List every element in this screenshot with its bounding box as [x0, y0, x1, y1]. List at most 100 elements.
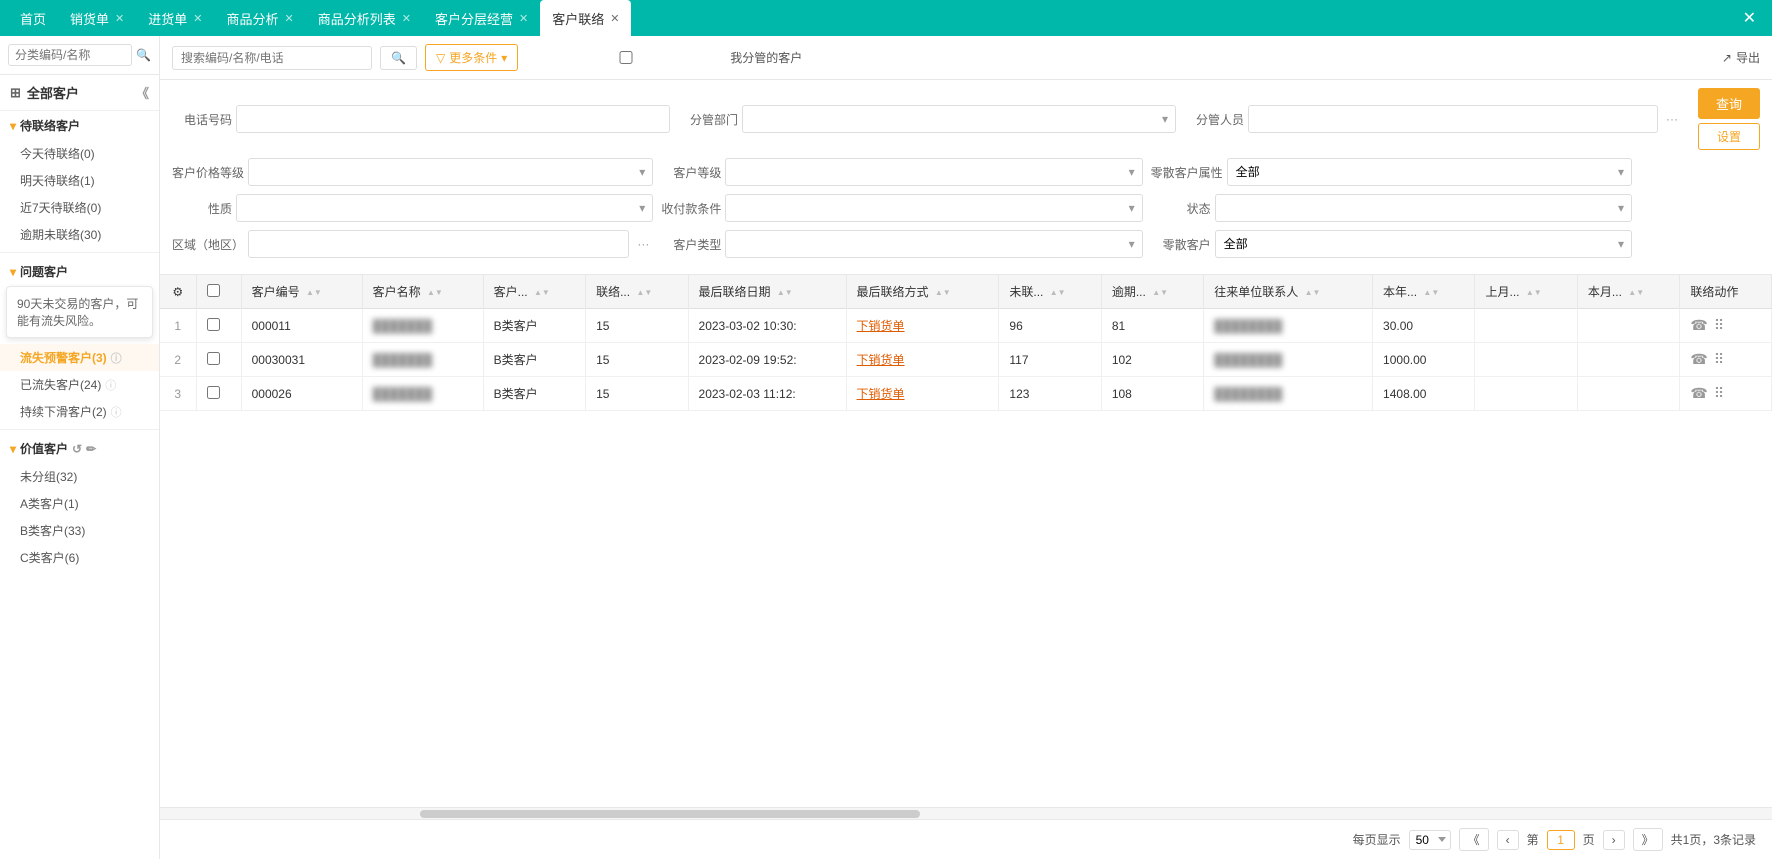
close-customer-contact-tab[interactable]: ✕ — [610, 12, 619, 25]
nav-tab-customer-layers[interactable]: 客户分层经营 ✕ — [423, 0, 540, 36]
select-all-checkbox[interactable] — [207, 284, 220, 297]
th-last-month[interactable]: 上月... ▲▼ — [1475, 275, 1577, 309]
action-more-icon-0[interactable]: ⠿ — [1714, 317, 1724, 334]
sidebar-item-today[interactable]: 今天待联络(0) — [0, 140, 159, 167]
sort-code[interactable]: ▲▼ — [306, 289, 322, 297]
scrollbar-thumb[interactable] — [420, 810, 920, 818]
payment-select[interactable] — [725, 194, 1142, 222]
th-name[interactable]: 客户名称 ▲▼ — [362, 275, 483, 309]
close-analysis-list-tab[interactable]: ✕ — [402, 12, 411, 25]
nav-tab-analysis-list[interactable]: 商品分析列表 ✕ — [306, 0, 423, 36]
more-conditions-button[interactable]: ▽ 更多条件 ▾ — [425, 44, 518, 71]
retail-customer-select[interactable]: 全部 — [1215, 230, 1632, 258]
sidebar-item-b-class[interactable]: B类客户(33) — [0, 517, 159, 544]
sidebar-group-pending-title[interactable]: ▾ 待联络客户 — [0, 111, 159, 140]
staff-input[interactable] — [1248, 105, 1658, 133]
sidebar-search-icon[interactable]: 🔍 — [136, 48, 151, 62]
sort-this-year[interactable]: ▲▼ — [1423, 289, 1439, 297]
current-page[interactable]: 1 — [1547, 830, 1575, 850]
action-contact-icon-2[interactable]: ☎ — [1690, 385, 1707, 402]
sidebar-item-ungrouped[interactable]: 未分组(32) — [0, 463, 159, 490]
close-analysis-tab[interactable]: ✕ — [285, 12, 294, 25]
sort-overdue[interactable]: ▲▼ — [1152, 289, 1168, 297]
action-contact-icon-1[interactable]: ☎ — [1690, 351, 1707, 368]
close-sales-tab[interactable]: ✕ — [115, 12, 124, 25]
sort-uncontacted[interactable]: ▲▼ — [1050, 289, 1066, 297]
nav-tab-sales[interactable]: 销货单 ✕ — [58, 0, 136, 36]
staff-dots[interactable]: ··· — [1662, 112, 1682, 126]
prev-page-button[interactable]: ‹ — [1497, 830, 1519, 850]
query-button[interactable]: 查询 — [1698, 88, 1760, 119]
area-dots[interactable]: ··· — [633, 237, 653, 251]
last-page-button[interactable]: 》 — [1633, 828, 1663, 851]
sort-last-month[interactable]: ▲▼ — [1526, 289, 1542, 297]
sidebar-item-churn-warning[interactable]: 流失预警客户(3) ⓘ — [0, 344, 159, 371]
phone-input[interactable] — [236, 105, 670, 133]
sidebar-group-problem-title[interactable]: ▾ 问题客户 — [0, 257, 159, 286]
sort-contact-person[interactable]: ▲▼ — [1305, 289, 1321, 297]
th-contact-person[interactable]: 往来单位联系人 ▲▼ — [1204, 275, 1373, 309]
retail-attr-select[interactable]: 全部 — [1227, 158, 1632, 186]
per-page-select[interactable]: 50 — [1409, 830, 1451, 850]
th-last-date[interactable]: 最后联络日期 ▲▼ — [688, 275, 846, 309]
action-more-icon-2[interactable]: ⠿ — [1714, 385, 1724, 402]
sidebar-item-overdue[interactable]: 逾期未联络(30) — [0, 221, 159, 248]
price-level-select[interactable] — [248, 158, 653, 186]
row-last-method-1[interactable]: 下销货单 — [846, 343, 999, 377]
sidebar-item-churned[interactable]: 已流失客户(24) ⓘ — [0, 371, 159, 398]
row-checkbox-0[interactable] — [196, 309, 241, 343]
customer-type-select[interactable] — [725, 230, 1142, 258]
next-page-button[interactable]: › — [1603, 830, 1625, 850]
th-code[interactable]: 客户编号 ▲▼ — [241, 275, 362, 309]
search-input[interactable] — [172, 46, 372, 70]
sidebar-item-tomorrow[interactable]: 明天待联络(1) — [0, 167, 159, 194]
th-last-method[interactable]: 最后联络方式 ▲▼ — [846, 275, 999, 309]
area-input[interactable] — [248, 230, 629, 258]
row-last-method-2[interactable]: 下销货单 — [846, 377, 999, 411]
th-customer-type[interactable]: 客户... ▲▼ — [483, 275, 585, 309]
refresh-icon[interactable]: ↺ — [72, 442, 82, 456]
row-checkbox-1[interactable] — [196, 343, 241, 377]
sort-type[interactable]: ▲▼ — [534, 289, 550, 297]
close-purchase-tab[interactable]: ✕ — [193, 12, 202, 25]
export-button[interactable]: ↗ 导出 — [1722, 49, 1760, 66]
my-customers-checkbox[interactable] — [526, 51, 726, 64]
nav-tab-purchase[interactable]: 进货单 ✕ — [136, 0, 214, 36]
sidebar-item-declining[interactable]: 持续下滑客户(2) ⓘ — [0, 398, 159, 425]
customer-level-select[interactable] — [725, 158, 1142, 186]
sidebar-search-input[interactable] — [8, 44, 132, 66]
row-checkbox-2[interactable] — [196, 377, 241, 411]
settings-button[interactable]: 设置 — [1698, 123, 1760, 150]
sort-name[interactable]: ▲▼ — [427, 289, 443, 297]
dept-select[interactable] — [742, 105, 1176, 133]
sidebar-all-customers[interactable]: ⊞ 全部客户 《 — [0, 75, 159, 111]
status-select[interactable] — [1215, 194, 1632, 222]
sort-this-month[interactable]: ▲▼ — [1628, 289, 1644, 297]
sidebar-item-7days[interactable]: 近7天待联络(0) — [0, 194, 159, 221]
nav-tab-home[interactable]: 首页 — [8, 9, 58, 28]
edit-icon[interactable]: ✏ — [86, 442, 96, 456]
row-last-method-0[interactable]: 下销货单 — [846, 309, 999, 343]
th-overdue[interactable]: 逾期... ▲▼ — [1101, 275, 1203, 309]
th-settings[interactable]: ⚙ — [160, 275, 196, 309]
window-close-button[interactable]: ✕ — [1735, 8, 1764, 28]
th-this-month[interactable]: 本月... ▲▼ — [1577, 275, 1679, 309]
th-uncontacted[interactable]: 未联... ▲▼ — [999, 275, 1101, 309]
th-contact[interactable]: 联络... ▲▼ — [586, 275, 688, 309]
nav-tab-analysis[interactable]: 商品分析 ✕ — [214, 0, 305, 36]
th-this-year[interactable]: 本年... ▲▼ — [1373, 275, 1475, 309]
search-button[interactable]: 🔍 — [380, 46, 417, 70]
sort-last-date[interactable]: ▲▼ — [777, 289, 793, 297]
my-customers-checkbox-label[interactable]: 我分管的客户 — [526, 49, 802, 66]
close-customer-layers-tab[interactable]: ✕ — [519, 12, 528, 25]
first-page-button[interactable]: 《 — [1459, 828, 1489, 851]
action-contact-icon-0[interactable]: ☎ — [1690, 317, 1707, 334]
sort-last-method[interactable]: ▲▼ — [935, 289, 951, 297]
horizontal-scrollbar[interactable] — [160, 807, 1772, 819]
gender-select[interactable] — [236, 194, 653, 222]
action-more-icon-1[interactable]: ⠿ — [1714, 351, 1724, 368]
sort-contact[interactable]: ▲▼ — [636, 289, 652, 297]
sidebar-group-value-title[interactable]: ▾ 价值客户 ↺ ✏ — [0, 434, 159, 463]
sidebar-item-c-class[interactable]: C类客户(6) — [0, 544, 159, 571]
sidebar-item-a-class[interactable]: A类客户(1) — [0, 490, 159, 517]
